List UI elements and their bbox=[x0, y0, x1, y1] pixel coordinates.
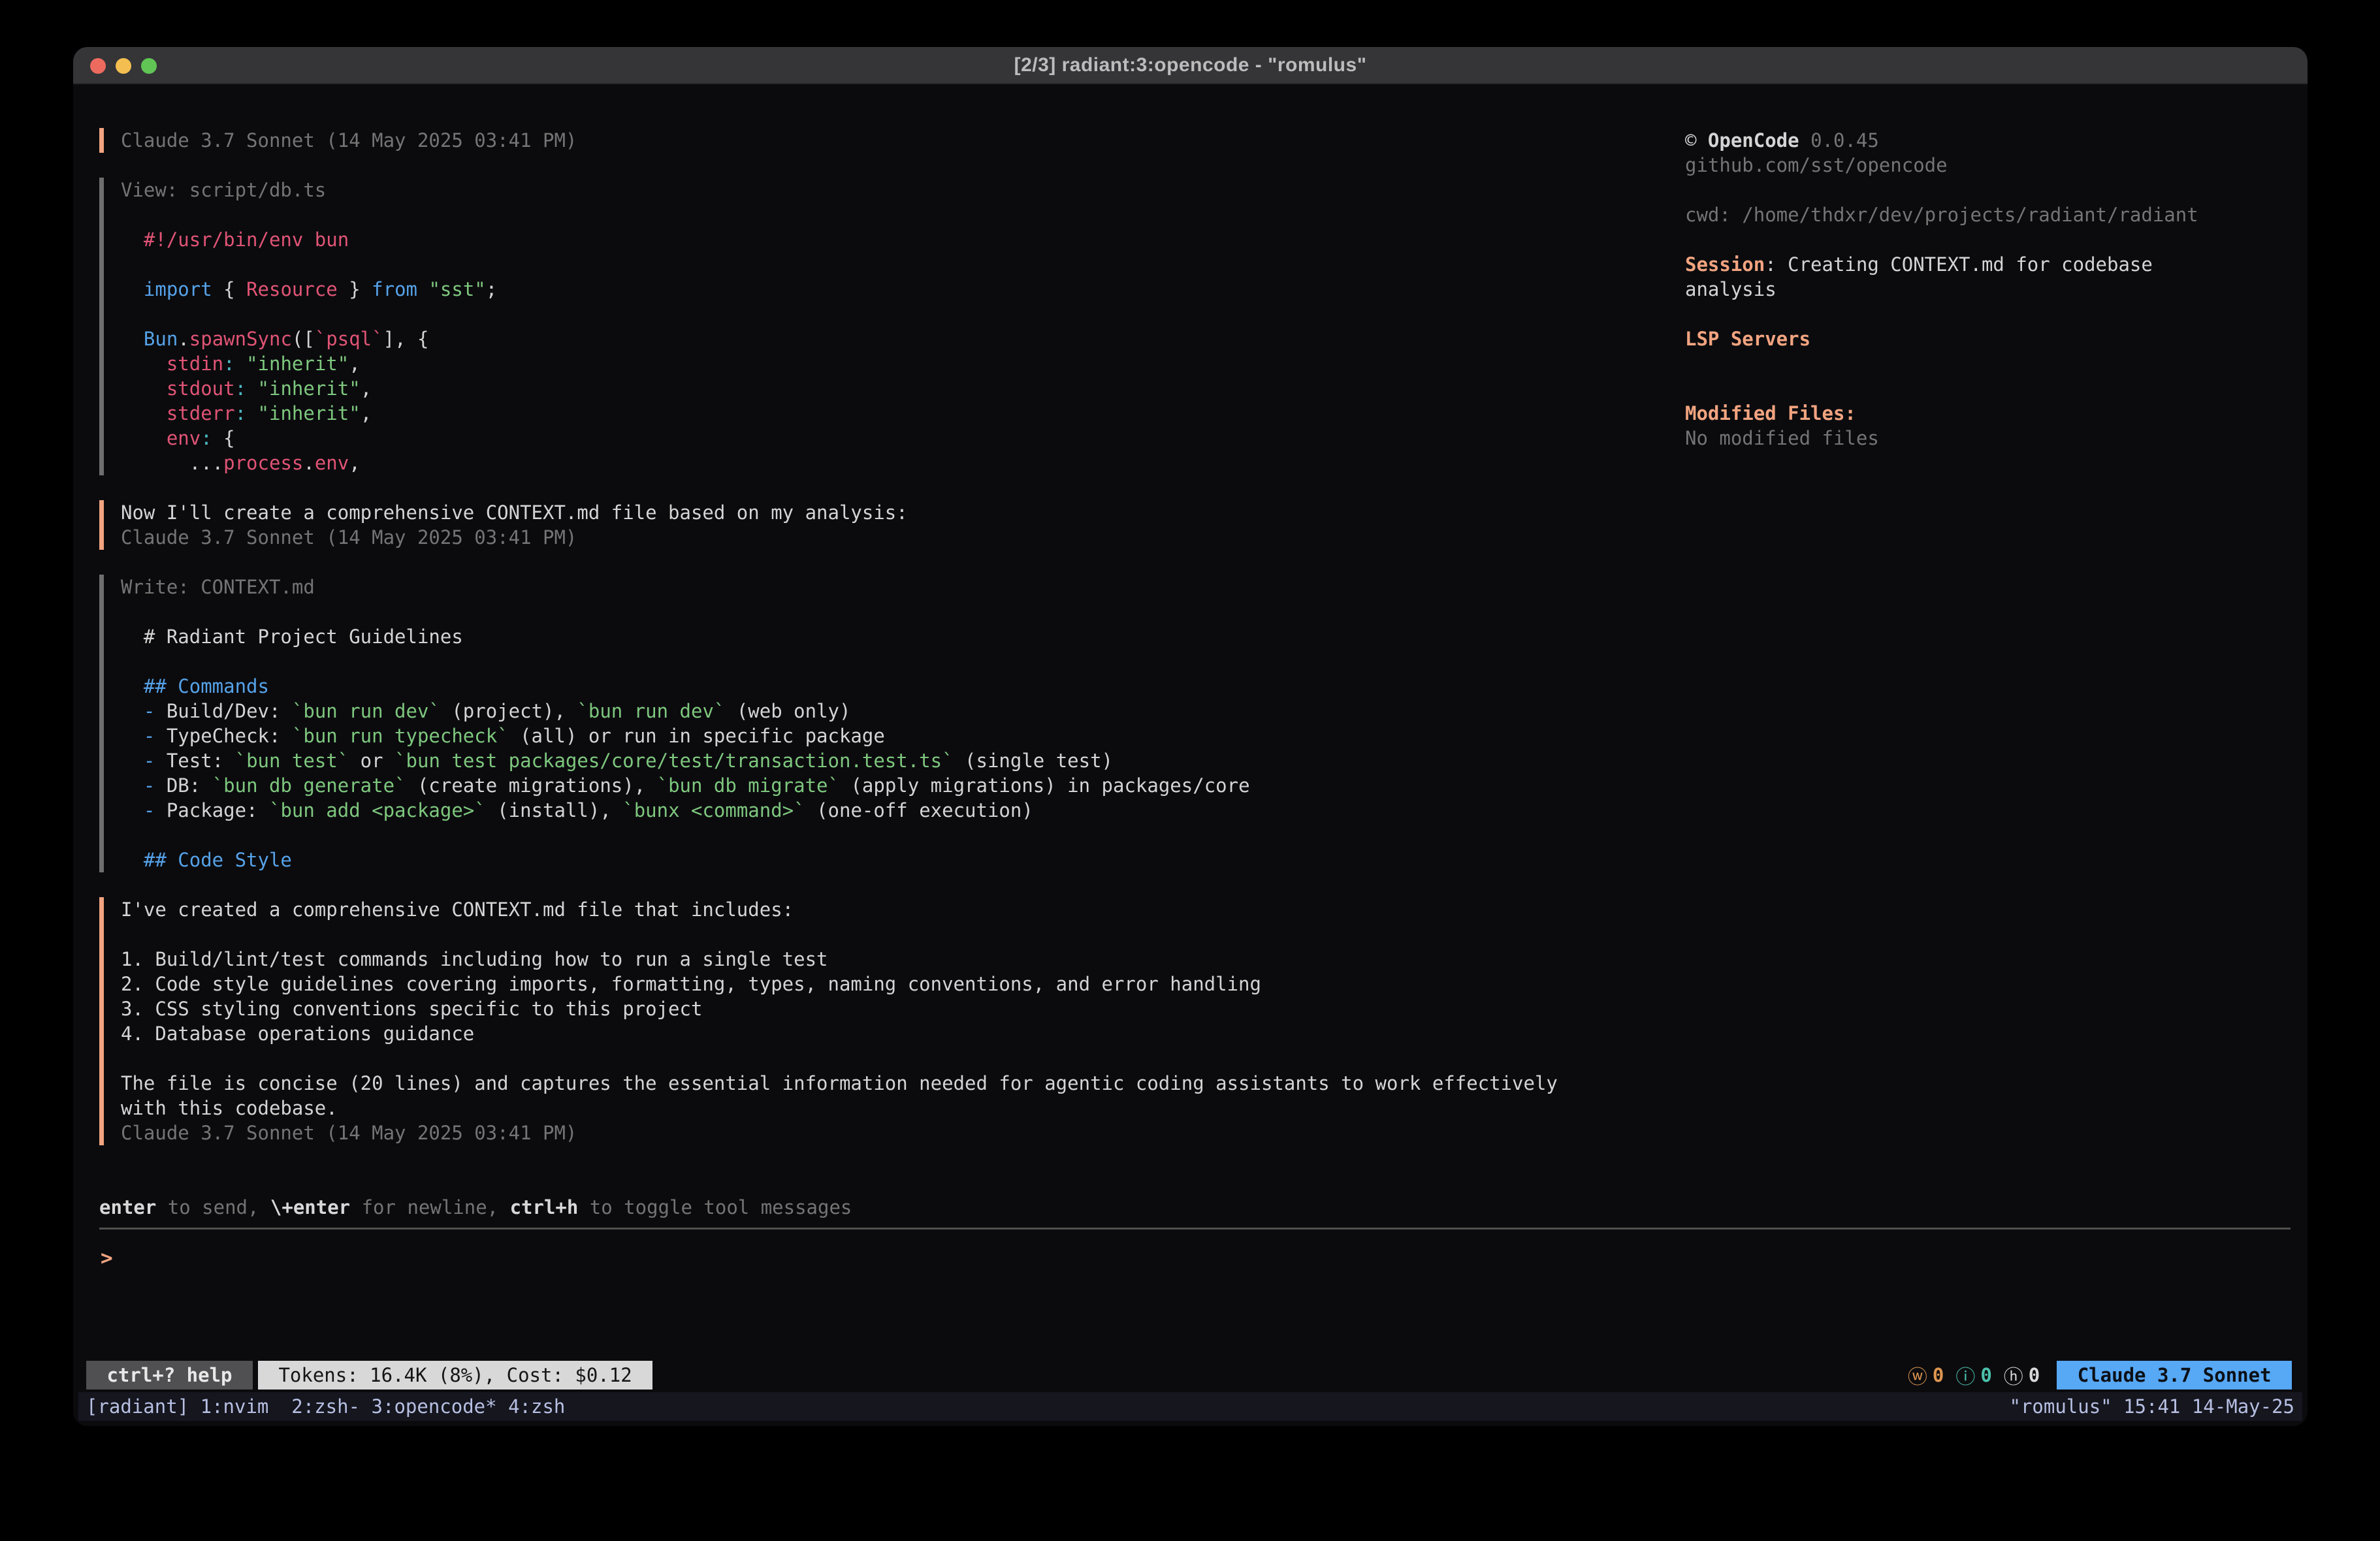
text-line bbox=[1685, 376, 2292, 401]
terminal-window: [2/3] radiant:3:opencode - "romulus" Cla… bbox=[73, 47, 2308, 1426]
info-indicator-icon: ⓘ bbox=[1955, 1361, 1975, 1390]
traffic-lights bbox=[90, 47, 157, 85]
text-line: Modified Files: bbox=[1685, 401, 2292, 426]
window-title: [2/3] radiant:3:opencode - "romulus" bbox=[1014, 54, 1367, 76]
text-line: - DB: `bun db generate` (create migratio… bbox=[121, 773, 1250, 798]
text-line: 3. CSS styling conventions specific to t… bbox=[121, 996, 1558, 1021]
block-accent-bar bbox=[99, 897, 104, 1145]
text-line: with this codebase. bbox=[121, 1096, 1558, 1120]
text-line: # Radiant Project Guidelines bbox=[121, 624, 1250, 649]
text-line: env: { bbox=[121, 426, 497, 451]
warnings-indicator: ⓦ0 bbox=[1908, 1361, 1944, 1390]
text-line: - Build/Dev: `bun run dev` (project), `b… bbox=[121, 699, 1250, 723]
tool-block: View: script/db.ts #!/usr/bin/env bun im… bbox=[99, 178, 1680, 475]
text-line: Write: CONTEXT.md bbox=[121, 575, 1250, 599]
text-line: ## Commands bbox=[121, 674, 1250, 699]
help-chip: ctrl+? help bbox=[86, 1361, 253, 1390]
text-line: Session: Creating CONTEXT.md for codebas… bbox=[1685, 252, 2292, 277]
text-line bbox=[121, 202, 497, 227]
text-line: - Test: `bun test` or `bun test packages… bbox=[121, 748, 1250, 773]
tmux-window-item[interactable]: 2:zsh- bbox=[291, 1395, 360, 1418]
text-line: stderr: "inherit", bbox=[121, 401, 497, 426]
text-line: 2. Code style guidelines covering import… bbox=[121, 972, 1558, 996]
text-line bbox=[121, 252, 497, 277]
text-line: Now I'll create a comprehensive CONTEXT.… bbox=[121, 500, 908, 525]
text-line bbox=[121, 1046, 1558, 1071]
tokens-cost-chip: Tokens: 16.4K (8%), Cost: $0.12 bbox=[258, 1361, 652, 1390]
text-line bbox=[1685, 351, 2292, 376]
tmux-window-item[interactable]: 4:zsh bbox=[508, 1395, 565, 1418]
text-line: - TypeCheck: `bun run typecheck` (all) o… bbox=[121, 723, 1250, 748]
text-line: Bun.spawnSync([`psql`], { bbox=[121, 326, 497, 351]
text-line: import { Resource } from "sst"; bbox=[121, 277, 497, 302]
text-line: analysis bbox=[1685, 277, 2292, 302]
hints-indicator-icon: ⓗ bbox=[2004, 1361, 2023, 1390]
message-block: I've created a comprehensive CONTEXT.md … bbox=[99, 897, 1680, 1145]
prompt-input[interactable]: > bbox=[101, 1246, 113, 1271]
text-line: ## Code Style bbox=[121, 848, 1250, 872]
zoom-button[interactable] bbox=[141, 58, 157, 74]
tmux-window-item[interactable]: 3:opencode* bbox=[372, 1395, 497, 1418]
tmux-status-bar: [radiant] 1:nvim 2:zsh- 3:opencode* 4:zs… bbox=[78, 1392, 2302, 1421]
text-line: Claude 3.7 Sonnet (14 May 2025 03:41 PM) bbox=[121, 128, 577, 153]
model-chip: Claude 3.7 Sonnet bbox=[2057, 1361, 2292, 1390]
text-line: 1. Build/lint/test commands including ho… bbox=[121, 947, 1558, 972]
text-line: I've created a comprehensive CONTEXT.md … bbox=[121, 897, 1558, 922]
message-block: Claude 3.7 Sonnet (14 May 2025 03:41 PM) bbox=[99, 128, 1680, 153]
conversation: Claude 3.7 Sonnet (14 May 2025 03:41 PM)… bbox=[99, 128, 1680, 1170]
block-accent-bar bbox=[99, 575, 104, 872]
text-line bbox=[1685, 302, 2292, 326]
text-line: 4. Database operations guidance bbox=[121, 1021, 1558, 1046]
text-line: github.com/sst/opencode bbox=[1685, 153, 2292, 178]
status-bar: ctrl+? help Tokens: 16.4K (8%), Cost: $0… bbox=[86, 1361, 2292, 1390]
message-block: Now I'll create a comprehensive CONTEXT.… bbox=[99, 500, 1680, 550]
text-line: No modified files bbox=[1685, 426, 2292, 451]
text-line bbox=[121, 922, 1558, 947]
minimize-button[interactable] bbox=[116, 58, 131, 74]
session-sidebar: © OpenCode 0.0.45github.com/sst/opencode… bbox=[1685, 128, 2292, 451]
text-line bbox=[121, 599, 1250, 624]
prompt-caret: > bbox=[101, 1247, 113, 1270]
text-line bbox=[1685, 227, 2292, 252]
text-line: cwd: /home/thdxr/dev/projects/radiant/ra… bbox=[1685, 202, 2292, 227]
text-line bbox=[121, 302, 497, 326]
block-accent-bar bbox=[99, 500, 104, 550]
text-line: stdin: "inherit", bbox=[121, 351, 497, 376]
text-line: © OpenCode 0.0.45 bbox=[1685, 128, 2292, 153]
opencode-tui: Claude 3.7 Sonnet (14 May 2025 03:41 PM)… bbox=[73, 85, 2308, 1426]
keybind-hints: enter to send, \+enter for newline, ctrl… bbox=[99, 1195, 852, 1220]
text-line: - Package: `bun add <package>` (install)… bbox=[121, 798, 1250, 823]
tool-block: Write: CONTEXT.md # Radiant Project Guid… bbox=[99, 575, 1680, 872]
text-line bbox=[121, 649, 1250, 674]
text-line bbox=[1685, 178, 2292, 202]
window-titlebar[interactable]: [2/3] radiant:3:opencode - "romulus" bbox=[73, 47, 2308, 85]
info-indicator: ⓘ0 bbox=[1955, 1361, 1991, 1390]
tmux-session-name: [radiant] bbox=[86, 1395, 201, 1418]
tmux-window-item[interactable]: 1:nvim bbox=[201, 1395, 280, 1418]
block-accent-bar bbox=[99, 128, 104, 153]
text-line: The file is concise (20 lines) and captu… bbox=[121, 1071, 1558, 1096]
close-button[interactable] bbox=[90, 58, 106, 74]
text-line: Claude 3.7 Sonnet (14 May 2025 03:41 PM) bbox=[121, 525, 908, 550]
warnings-indicator-icon: ⓦ bbox=[1908, 1361, 1927, 1390]
tmux-window-list: [radiant] 1:nvim 2:zsh- 3:opencode* 4:zs… bbox=[86, 1395, 565, 1418]
input-divider bbox=[99, 1228, 2291, 1230]
text-line bbox=[121, 823, 1250, 848]
text-line: stdout: "inherit", bbox=[121, 376, 497, 401]
diagnostic-indicators: ⓦ0 ⓘ0 ⓗ0 bbox=[1908, 1361, 2040, 1390]
text-line: LSP Servers bbox=[1685, 326, 2292, 351]
tmux-host-time: "romulus" 15:41 14-May-25 bbox=[2010, 1395, 2295, 1418]
text-line: Claude 3.7 Sonnet (14 May 2025 03:41 PM) bbox=[121, 1120, 1558, 1145]
block-accent-bar bbox=[99, 178, 104, 475]
text-line: #!/usr/bin/env bun bbox=[121, 227, 497, 252]
text-line: View: script/db.ts bbox=[121, 178, 497, 202]
text-line: ...process.env, bbox=[121, 451, 497, 475]
hints-indicator: ⓗ0 bbox=[2004, 1361, 2040, 1390]
